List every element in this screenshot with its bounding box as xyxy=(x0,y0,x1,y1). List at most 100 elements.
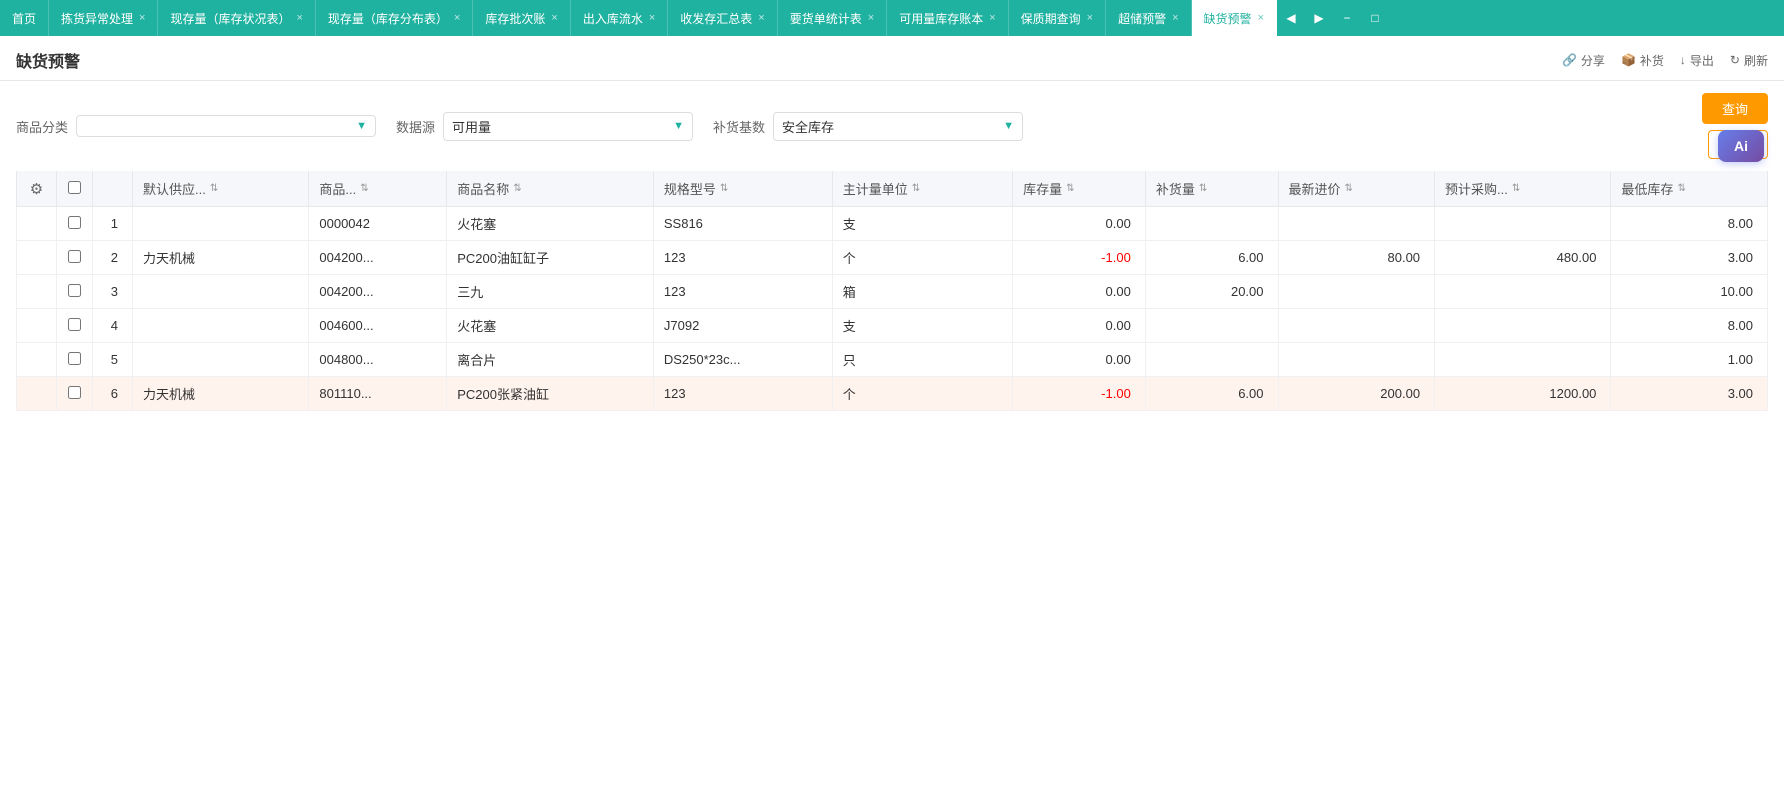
tab-overstock-warning[interactable]: 超储预警 × xyxy=(1106,0,1191,36)
table-row[interactable]: 6 力天机械 801110... PC200张紧油缸 123 个 -1.00 6… xyxy=(17,377,1768,411)
category-select[interactable]: ▼ xyxy=(76,115,376,137)
refresh-button[interactable]: ↻ 刷新 xyxy=(1730,52,1768,69)
row-supplier: 力天机械 xyxy=(133,377,309,411)
row-latest-price: 200.00 xyxy=(1278,377,1435,411)
row-spec: 123 xyxy=(653,241,832,275)
tab-maximize[interactable]: □ xyxy=(1361,0,1389,36)
th-replenish-qty[interactable]: 补货量 ⇅ xyxy=(1145,171,1278,207)
replenish-base-select[interactable]: 安全库存 ▼ xyxy=(773,112,1023,141)
row-unit: 个 xyxy=(832,377,1012,411)
tab-inventory-status[interactable]: 现存量（库存状况表） × xyxy=(158,0,315,36)
tab-picking-exception-close[interactable]: × xyxy=(139,12,145,24)
tab-shortage-warning[interactable]: 缺货预警 × xyxy=(1192,0,1277,36)
table-row[interactable]: 2 力天机械 004200... PC200油缸缸子 123 个 -1.00 6… xyxy=(17,241,1768,275)
th-latest-price[interactable]: 最新进价 ⇅ xyxy=(1278,171,1435,207)
row-checkbox-cell[interactable] xyxy=(57,207,93,241)
tab-picking-exception[interactable]: 拣货异常处理 × xyxy=(49,0,158,36)
th-product-code[interactable]: 商品... ⇅ xyxy=(309,171,447,207)
category-chevron: ▼ xyxy=(356,120,367,132)
th-checkbox[interactable] xyxy=(57,171,93,207)
sort-icon-min: ⇅ xyxy=(1677,183,1685,194)
row-checkbox[interactable] xyxy=(68,216,81,229)
row-checkbox-cell[interactable] xyxy=(57,241,93,275)
row-product-code: 004600... xyxy=(309,309,447,343)
tab-inventory-distribution-close[interactable]: × xyxy=(454,12,460,24)
datasource-select[interactable]: 可用量 ▼ xyxy=(443,112,693,141)
row-checkbox[interactable] xyxy=(68,352,81,365)
select-all-checkbox[interactable] xyxy=(68,181,81,194)
tab-available-ledger[interactable]: 可用量库存账本 × xyxy=(887,0,1008,36)
gear-icon[interactable]: ⚙ xyxy=(30,181,43,198)
row-estimated-purchase xyxy=(1435,207,1611,241)
tab-shortage-warning-close[interactable]: × xyxy=(1258,12,1264,24)
th-index xyxy=(93,171,133,207)
export-button[interactable]: ↓ 导出 xyxy=(1680,52,1714,69)
table-row[interactable]: 4 004600... 火花塞 J7092 支 0.00 8.00 xyxy=(17,309,1768,343)
category-filter-group: 商品分类 ▼ xyxy=(16,115,376,137)
tab-batch-account[interactable]: 库存批次账 × xyxy=(473,0,570,36)
row-checkbox-cell[interactable] xyxy=(57,309,93,343)
tab-nav-next[interactable]: ▶ xyxy=(1305,0,1333,36)
query-button[interactable]: 查询 xyxy=(1702,93,1768,124)
row-checkbox[interactable] xyxy=(68,284,81,297)
tab-order-stats[interactable]: 要货单统计表 × xyxy=(778,0,887,36)
tab-collection-summary-close[interactable]: × xyxy=(758,12,764,24)
th-product-name[interactable]: 商品名称 ⇅ xyxy=(447,171,654,207)
row-estimated-purchase xyxy=(1435,343,1611,377)
row-spec: SS816 xyxy=(653,207,832,241)
tab-shelf-life-close[interactable]: × xyxy=(1087,12,1093,24)
replenish-base-label: 补货基数 xyxy=(713,117,765,136)
row-supplier xyxy=(133,275,309,309)
tab-home[interactable]: 首页 xyxy=(0,0,49,36)
row-checkbox[interactable] xyxy=(68,386,81,399)
th-unit[interactable]: 主计量单位 ⇅ xyxy=(832,171,1012,207)
row-checkbox[interactable] xyxy=(68,250,81,263)
row-stock-qty: 0.00 xyxy=(1013,309,1146,343)
row-min-stock: 8.00 xyxy=(1611,309,1768,343)
row-checkbox-cell[interactable] xyxy=(57,275,93,309)
tab-inventory-status-close[interactable]: × xyxy=(296,12,302,24)
row-gear xyxy=(17,207,57,241)
tab-order-stats-close[interactable]: × xyxy=(868,12,874,24)
sort-icon-spec: ⇅ xyxy=(720,183,728,194)
row-supplier xyxy=(133,207,309,241)
filter-area: 商品分类 ▼ 数据源 可用量 ▼ 补货基数 安全库存 ▼ 查询 设置 xyxy=(0,81,1784,171)
tab-overstock-warning-close[interactable]: × xyxy=(1172,12,1178,24)
tab-inventory-distribution[interactable]: 现存量（库存分布表） × xyxy=(316,0,473,36)
main-content: 缺货预警 🔗 分享 📦 补货 ↓ 导出 ↻ 刷新 商品分类 xyxy=(0,36,1784,796)
tab-shelf-life[interactable]: 保质期查询 × xyxy=(1009,0,1106,36)
th-stock-qty[interactable]: 库存量 ⇅ xyxy=(1013,171,1146,207)
share-button[interactable]: 🔗 分享 xyxy=(1562,52,1605,69)
table-row[interactable]: 1 0000042 火花塞 SS816 支 0.00 8.00 xyxy=(17,207,1768,241)
tab-inout-flow-close[interactable]: × xyxy=(649,12,655,24)
tab-available-ledger-close[interactable]: × xyxy=(989,12,995,24)
tab-nav-prev[interactable]: ◀ xyxy=(1277,0,1305,36)
th-default-supplier[interactable]: 默认供应... ⇅ xyxy=(133,171,309,207)
row-product-code: 004200... xyxy=(309,241,447,275)
export-icon: ↓ xyxy=(1680,53,1686,67)
replenish-button[interactable]: 📦 补货 xyxy=(1621,52,1664,69)
row-product-code: 801110... xyxy=(309,377,447,411)
ai-button[interactable]: Ai xyxy=(1718,130,1764,162)
refresh-icon: ↻ xyxy=(1730,53,1740,67)
th-estimated-purchase[interactable]: 预计采购... ⇅ xyxy=(1435,171,1611,207)
th-spec[interactable]: 规格型号 ⇅ xyxy=(653,171,832,207)
row-index: 6 xyxy=(93,377,133,411)
row-checkbox[interactable] xyxy=(68,318,81,331)
tab-batch-account-close[interactable]: × xyxy=(551,12,557,24)
tab-inout-flow[interactable]: 出入库流水 × xyxy=(571,0,668,36)
row-stock-qty: -1.00 xyxy=(1013,377,1146,411)
row-index: 3 xyxy=(93,275,133,309)
tab-bar: 首页 拣货异常处理 × 现存量（库存状况表） × 现存量（库存分布表） × 库存… xyxy=(0,0,1784,36)
table-row[interactable]: 3 004200... 三九 123 箱 0.00 20.00 10.00 xyxy=(17,275,1768,309)
th-min-stock[interactable]: 最低库存 ⇅ xyxy=(1611,171,1768,207)
tab-minimize[interactable]: − xyxy=(1333,0,1361,36)
tab-collection-summary[interactable]: 收发存汇总表 × xyxy=(668,0,777,36)
row-product-code: 0000042 xyxy=(309,207,447,241)
th-gear[interactable]: ⚙ xyxy=(17,171,57,207)
row-stock-qty: 0.00 xyxy=(1013,343,1146,377)
row-checkbox-cell[interactable] xyxy=(57,377,93,411)
table-row[interactable]: 5 004800... 离合片 DS250*23c... 只 0.00 1.00 xyxy=(17,343,1768,377)
row-replenish-qty xyxy=(1145,309,1278,343)
row-checkbox-cell[interactable] xyxy=(57,343,93,377)
